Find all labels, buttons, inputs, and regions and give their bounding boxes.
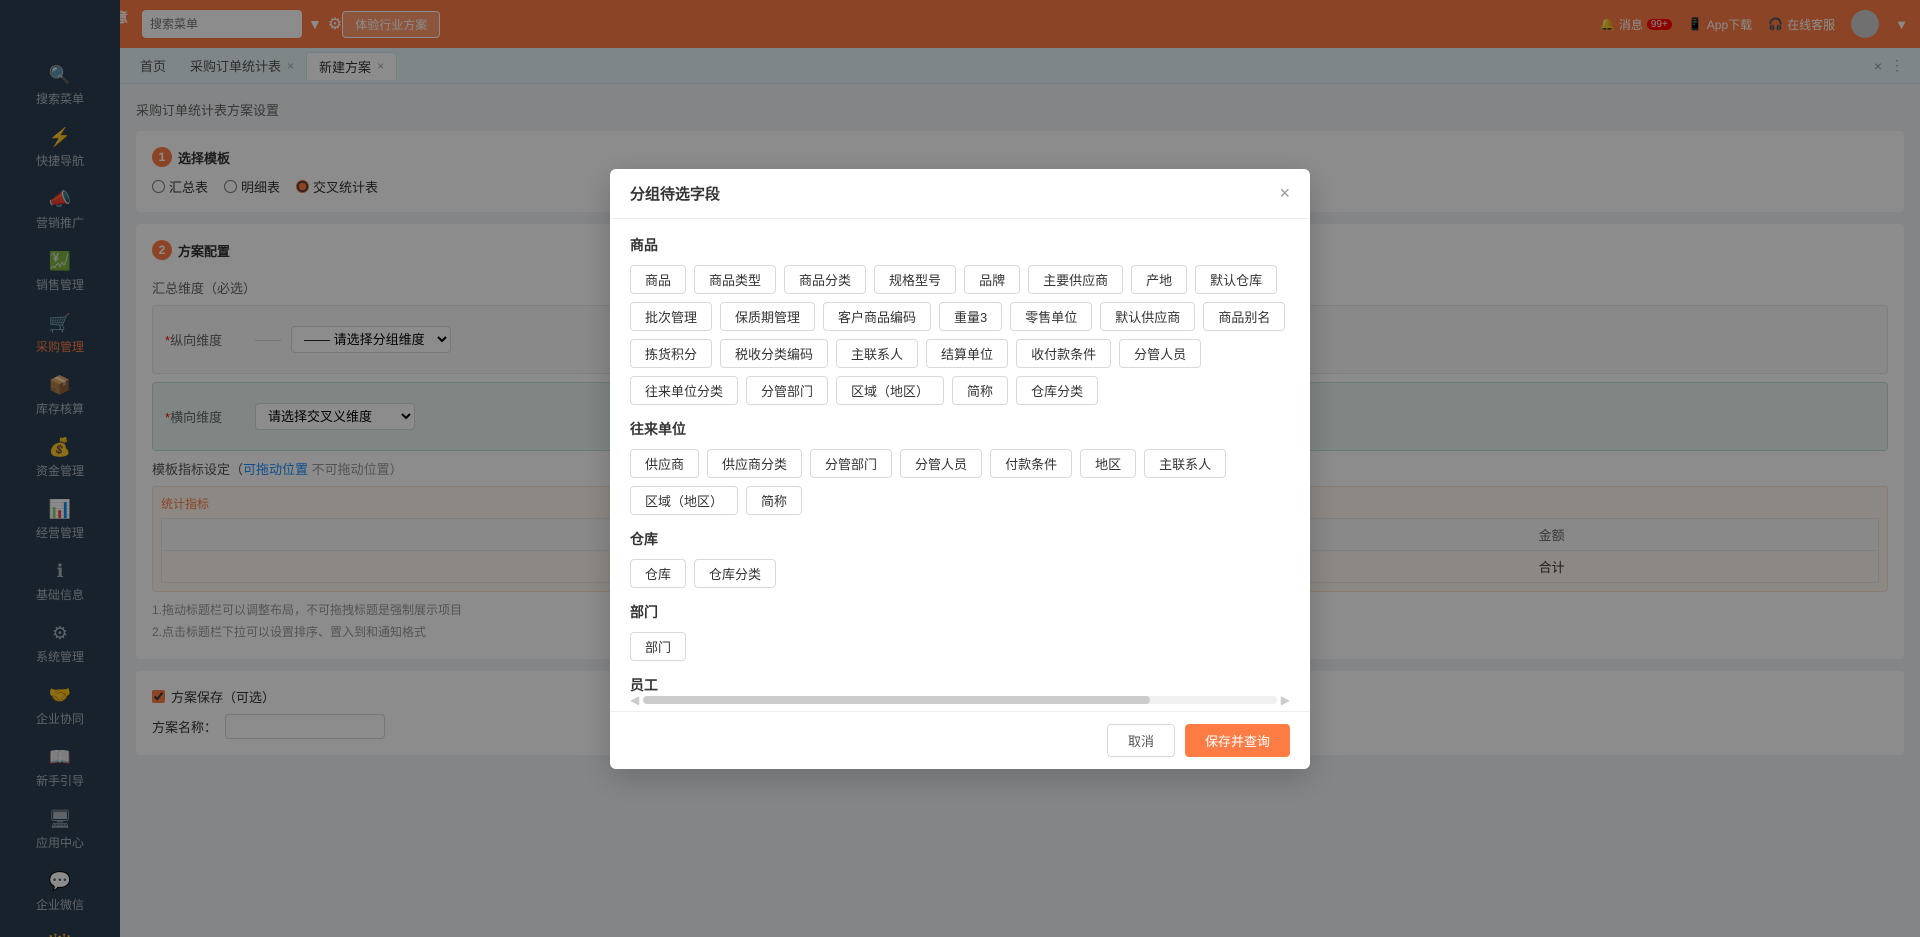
dialog-close-btn[interactable]: × xyxy=(1279,183,1290,204)
chip-origin[interactable]: 产地 xyxy=(1131,265,1187,294)
chip-dept2[interactable]: 分管部门 xyxy=(810,449,892,478)
chip-main-supplier[interactable]: 主要供应商 xyxy=(1028,265,1123,294)
chip-region2[interactable]: 区域（地区） xyxy=(630,486,738,515)
chip-expiry[interactable]: 保质期管理 xyxy=(720,302,815,331)
field-select-dialog: 分组待选字段 × 商品 商品 商品类型 商品分类 规格型号 品牌 主要供应商 产… xyxy=(610,169,1310,769)
chip-payment-condition[interactable]: 付款条件 xyxy=(990,449,1072,478)
section-title-product: 商品 xyxy=(630,235,1290,255)
chip-supervisor[interactable]: 分管人员 xyxy=(1119,339,1201,368)
section-title-counterpart: 往来单位 xyxy=(630,419,1290,439)
scrollbar-thumb xyxy=(643,696,1150,704)
chip-supplier[interactable]: 供应商 xyxy=(630,449,699,478)
product-chips: 商品 商品类型 商品分类 规格型号 品牌 主要供应商 产地 默认仓库 批次管理 … xyxy=(630,265,1290,405)
section-title-warehouse: 仓库 xyxy=(630,529,1290,549)
chip-brand[interactable]: 品牌 xyxy=(964,265,1020,294)
dept-chips: 部门 xyxy=(630,632,1290,661)
chip-warehouse-category[interactable]: 仓库分类 xyxy=(1016,376,1098,405)
chip-warehouse-cat[interactable]: 仓库分类 xyxy=(694,559,776,588)
chip-retail-unit[interactable]: 零售单位 xyxy=(1010,302,1092,331)
dialog-scrollbar-area: ◀ ▶ xyxy=(610,693,1310,711)
warehouse-chips: 仓库 仓库分类 xyxy=(630,559,1290,588)
chip-main-contact2[interactable]: 主联系人 xyxy=(1144,449,1226,478)
chip-abbr2[interactable]: 简称 xyxy=(746,486,802,515)
dialog-body: 商品 商品 商品类型 商品分类 规格型号 品牌 主要供应商 产地 默认仓库 批次… xyxy=(610,219,1310,693)
dialog-footer: 取消 保存并查询 xyxy=(610,711,1310,769)
chip-warehouse[interactable]: 仓库 xyxy=(630,559,686,588)
chip-product-alias[interactable]: 商品别名 xyxy=(1203,302,1285,331)
chip-weight[interactable]: 重量3 xyxy=(939,302,1002,331)
section-title-employee: 员工 xyxy=(630,675,1290,693)
chip-spec-model[interactable]: 规格型号 xyxy=(874,265,956,294)
chip-pick-score[interactable]: 拣货积分 xyxy=(630,339,712,368)
chip-default-supplier[interactable]: 默认供应商 xyxy=(1100,302,1195,331)
cancel-button[interactable]: 取消 xyxy=(1107,724,1175,757)
counterpart-chips: 供应商 供应商分类 分管部门 分管人员 付款条件 地区 主联系人 区域（地区） … xyxy=(630,449,1290,515)
confirm-button[interactable]: 保存并查询 xyxy=(1185,724,1290,757)
chip-district[interactable]: 地区 xyxy=(1080,449,1136,478)
chip-region-product[interactable]: 区域（地区） xyxy=(836,376,944,405)
chip-tax-code[interactable]: 税收分类编码 xyxy=(720,339,828,368)
chip-default-warehouse[interactable]: 默认仓库 xyxy=(1195,265,1277,294)
chip-main-contact[interactable]: 主联系人 xyxy=(836,339,918,368)
chip-dept[interactable]: 分管部门 xyxy=(746,376,828,405)
scroll-right-arrow[interactable]: ▶ xyxy=(1281,693,1290,707)
chip-product-category[interactable]: 商品分类 xyxy=(784,265,866,294)
chip-product[interactable]: 商品 xyxy=(630,265,686,294)
dialog-overlay: 分组待选字段 × 商品 商品 商品类型 商品分类 规格型号 品牌 主要供应商 产… xyxy=(0,0,1920,937)
chip-customer-code[interactable]: 客户商品编码 xyxy=(823,302,931,331)
chip-supervisor2[interactable]: 分管人员 xyxy=(900,449,982,478)
chip-counterpart-category[interactable]: 往来单位分类 xyxy=(630,376,738,405)
chip-batch[interactable]: 批次管理 xyxy=(630,302,712,331)
dialog-header: 分组待选字段 × xyxy=(610,169,1310,219)
chip-department[interactable]: 部门 xyxy=(630,632,686,661)
chip-product-type[interactable]: 商品类型 xyxy=(694,265,776,294)
dialog-hscrollbar[interactable] xyxy=(643,696,1277,704)
section-title-dept: 部门 xyxy=(630,602,1290,622)
chip-payment-terms[interactable]: 收付款条件 xyxy=(1016,339,1111,368)
chip-abbreviation[interactable]: 简称 xyxy=(952,376,1008,405)
dialog-title: 分组待选字段 xyxy=(630,183,720,204)
chip-supplier-category[interactable]: 供应商分类 xyxy=(707,449,802,478)
scroll-left-arrow[interactable]: ◀ xyxy=(630,693,639,707)
chip-settlement-unit[interactable]: 结算单位 xyxy=(926,339,1008,368)
